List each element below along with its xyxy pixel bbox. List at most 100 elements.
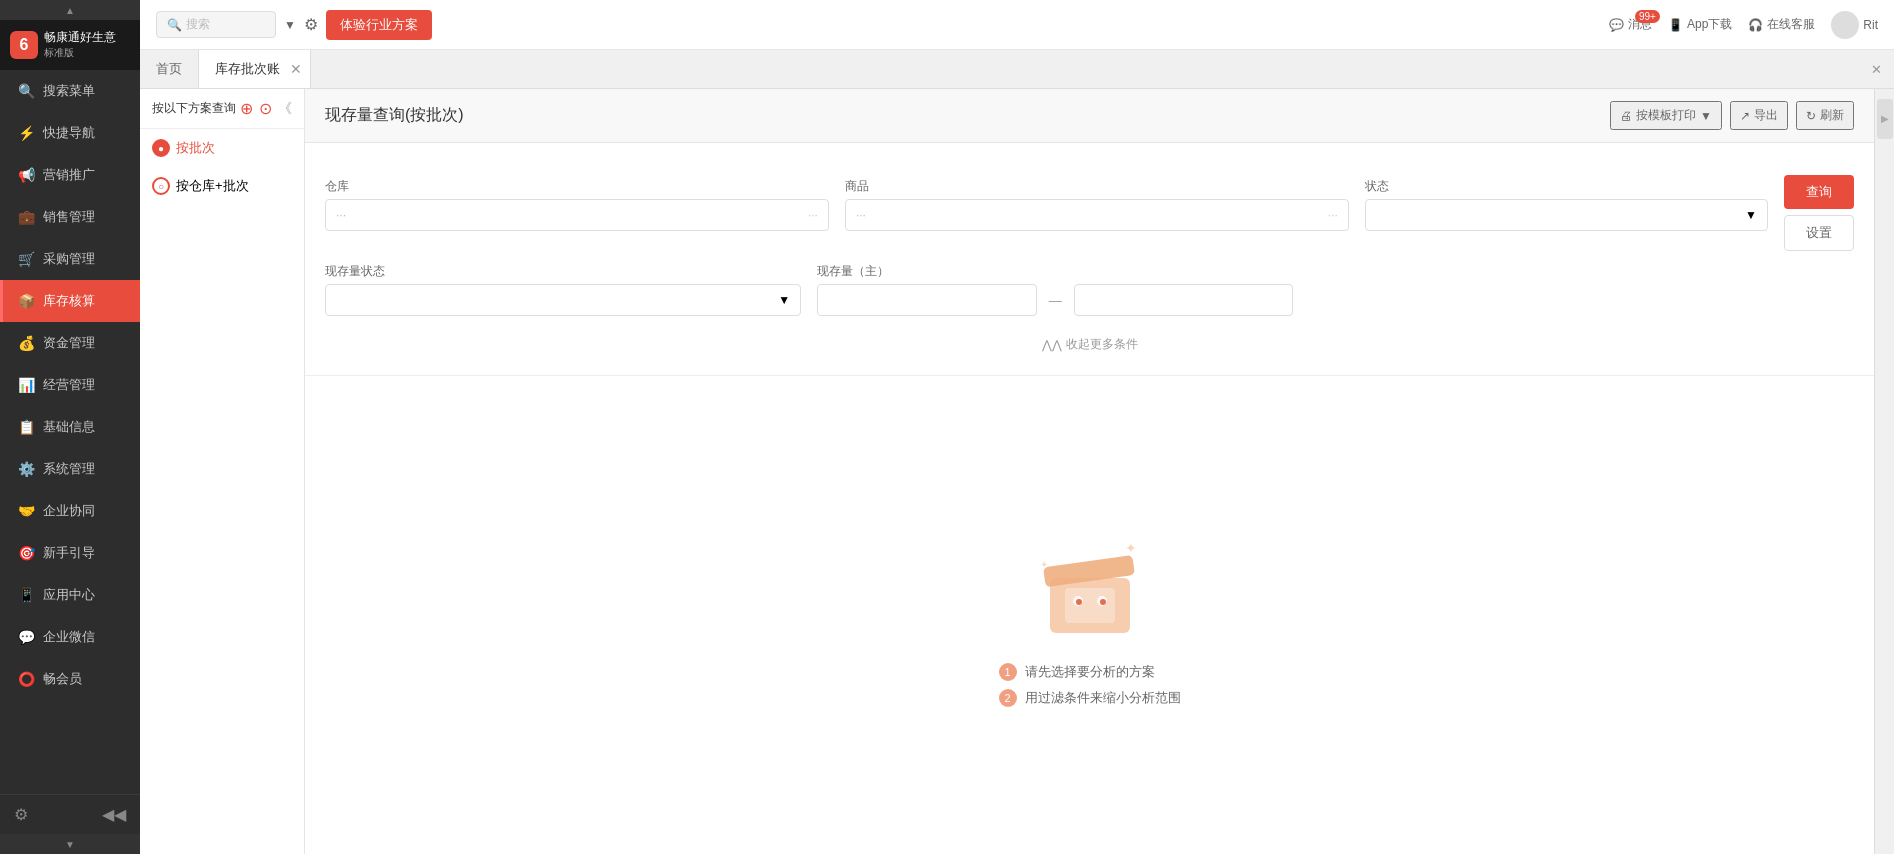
topbar-search-box[interactable]: 🔍 搜索 <box>156 11 276 38</box>
svg-text:✦: ✦ <box>1125 540 1137 556</box>
app-edition: 标准版 <box>44 46 116 60</box>
user-avatar-btn[interactable]: Rit <box>1831 11 1878 39</box>
left-panel-header: 按以下方案查询 ⊕ ⊙ 《 <box>140 89 304 129</box>
sidebar-item-purchase[interactable]: 🛒 采购管理 <box>0 238 140 280</box>
tabbar: 首页 库存批次账 ✕ ✕ <box>140 50 1894 89</box>
filter-row-2: 现存量状态 ▼ 现存量（主） — <box>325 263 1854 316</box>
topbar-dropdown-arrow[interactable]: ▼ <box>284 18 296 32</box>
sidebar-item-marketing[interactable]: 📢 营销推广 <box>0 154 140 196</box>
sidebar-item-wechat[interactable]: 💬 企业微信 <box>0 616 140 658</box>
sidebar-item-finance[interactable]: 💰 资金管理 <box>0 322 140 364</box>
scheme-settings-icon[interactable]: ⊙ <box>259 99 272 118</box>
purchase-icon: 🛒 <box>17 250 35 268</box>
export-icon: ↗ <box>1740 109 1750 123</box>
product-more-icon: ··· <box>1328 208 1338 222</box>
svg-point-5 <box>1100 599 1106 605</box>
sidebar-item-member[interactable]: ⭕ 畅会员 <box>0 658 140 700</box>
topbar: 🔍 搜索 ▼ ⚙ 体验行业方案 💬 消息 99+ 📱 App下载 🎧 在线客服 … <box>140 0 1894 50</box>
sidebar-item-system[interactable]: ⚙️ 系统管理 <box>0 448 140 490</box>
sidebar-item-inventory[interactable]: 📦 库存核算 <box>0 280 140 322</box>
online-service-btn[interactable]: 🎧 在线客服 <box>1748 16 1815 33</box>
status-dropdown-icon: ▼ <box>1745 208 1757 222</box>
collapse-panel-icon[interactable]: 《 <box>278 100 292 118</box>
sidebar-item-search[interactable]: 🔍 搜索菜单 <box>0 70 140 112</box>
empty-hint-1: 1 请先选择要分析的方案 <box>999 663 1181 681</box>
query-btn[interactable]: 查询 <box>1784 175 1854 209</box>
sidebar-bottom: ⚙ ◀◀ <box>0 794 140 834</box>
messages-btn[interactable]: 💬 消息 99+ <box>1609 16 1652 33</box>
filter-buttons: 查询 设置 <box>1784 157 1854 251</box>
product-value: ··· <box>856 208 866 222</box>
inventory-icon: 📦 <box>17 292 35 310</box>
sidebar-item-member-label: 畅会员 <box>43 670 82 688</box>
warehouse-input[interactable]: ··· ··· <box>325 199 829 231</box>
refresh-btn[interactable]: ↻ 刷新 <box>1796 101 1854 130</box>
sidebar-item-wechat-label: 企业微信 <box>43 628 95 646</box>
filter-settings-btn[interactable]: 设置 <box>1784 215 1854 251</box>
sidebar-item-quick-nav[interactable]: ⚡ 快捷导航 <box>0 112 140 154</box>
inventory-status-field: 现存量状态 ▼ <box>325 263 801 316</box>
quick-nav-icon: ⚡ <box>17 124 35 142</box>
scheme-by-batch[interactable]: ● 按批次 <box>140 129 304 167</box>
warehouse-more-icon: ··· <box>808 208 818 222</box>
refresh-icon: ↻ <box>1806 109 1816 123</box>
sidebar-item-sales[interactable]: 💼 销售管理 <box>0 196 140 238</box>
sidebar-item-guide[interactable]: 🎯 新手引导 <box>0 532 140 574</box>
guide-icon: 🎯 <box>17 544 35 562</box>
message-icon: 💬 <box>1609 18 1624 32</box>
tab-close-icon[interactable]: ✕ <box>290 61 302 77</box>
app-download-btn[interactable]: 📱 App下载 <box>1668 16 1732 33</box>
inventory-qty-max[interactable] <box>1074 284 1294 316</box>
right-side-handle[interactable]: ▶ <box>1877 99 1893 139</box>
page-header: 现存量查询(按批次) 🖨 按模板打印 ▼ ↗ 导出 ↻ 刷新 <box>305 89 1874 143</box>
tab-panel-close-btn[interactable]: ✕ <box>1859 62 1894 77</box>
experience-btn[interactable]: 体验行业方案 <box>326 10 432 40</box>
inventory-qty-min[interactable] <box>817 284 1037 316</box>
status-select[interactable]: ▼ <box>1365 199 1768 231</box>
avatar <box>1831 11 1859 39</box>
add-scheme-btn[interactable]: ⊕ <box>240 99 253 118</box>
empty-hint-2: 2 用过滤条件来缩小分析范围 <box>999 689 1181 707</box>
collapse-sidebar-icon[interactable]: ◀◀ <box>102 805 126 824</box>
system-icon: ⚙️ <box>17 460 35 478</box>
export-btn[interactable]: ↗ 导出 <box>1730 101 1788 130</box>
collapse-label: 收起更多条件 <box>1066 336 1138 353</box>
inventory-status-select[interactable]: ▼ <box>325 284 801 316</box>
hint-num-1: 1 <box>999 663 1017 681</box>
sidebar-item-app-center[interactable]: 📱 应用中心 <box>0 574 140 616</box>
product-label: 商品 <box>845 178 1349 195</box>
qty-dash: — <box>1041 293 1070 308</box>
warehouse-filter-field: 仓库 ··· ··· <box>325 178 829 231</box>
settings-icon[interactable]: ⚙ <box>14 805 28 824</box>
sidebar-item-sales-label: 销售管理 <box>43 208 95 226</box>
sidebar-item-operations[interactable]: 📊 经营管理 <box>0 364 140 406</box>
sidebar-item-search-label: 搜索菜单 <box>43 82 95 100</box>
topbar-settings-icon[interactable]: ⚙ <box>304 15 318 34</box>
collapse-more-btn[interactable]: ⋀⋀ 收起更多条件 <box>325 328 1854 361</box>
app-download-icon: 📱 <box>1668 18 1683 32</box>
product-input[interactable]: ··· ··· <box>845 199 1349 231</box>
sidebar-scroll-down[interactable]: ▼ <box>0 834 140 854</box>
topbar-search-text: 搜索 <box>186 16 210 33</box>
sidebar-item-guide-label: 新手引导 <box>43 544 95 562</box>
status-filter-field: 状态 ▼ <box>1365 178 1768 231</box>
right-side-panel: ▶ <box>1874 89 1894 854</box>
tab-inventory-batch[interactable]: 库存批次账 ✕ <box>199 50 311 88</box>
sidebar-item-marketing-label: 营销推广 <box>43 166 95 184</box>
sidebar-scroll-up[interactable]: ▲ <box>0 0 140 20</box>
svg-text:✦: ✦ <box>1040 559 1048 570</box>
sidebar-item-purchase-label: 采购管理 <box>43 250 95 268</box>
operations-icon: 📊 <box>17 376 35 394</box>
sidebar-item-basic[interactable]: 📋 基础信息 <box>0 406 140 448</box>
print-btn[interactable]: 🖨 按模板打印 ▼ <box>1610 101 1722 130</box>
sales-icon: 💼 <box>17 208 35 226</box>
sidebar-item-enterprise[interactable]: 🤝 企业协同 <box>0 490 140 532</box>
svg-point-4 <box>1076 599 1082 605</box>
scheme-by-warehouse-batch[interactable]: ○ 按仓库+批次 <box>140 167 304 205</box>
hint-text-2: 用过滤条件来缩小分析范围 <box>1025 689 1181 707</box>
tab-home-label: 首页 <box>156 61 182 76</box>
tab-home[interactable]: 首页 <box>140 50 199 88</box>
finance-icon: 💰 <box>17 334 35 352</box>
sidebar-item-app-center-label: 应用中心 <box>43 586 95 604</box>
marketing-icon: 📢 <box>17 166 35 184</box>
